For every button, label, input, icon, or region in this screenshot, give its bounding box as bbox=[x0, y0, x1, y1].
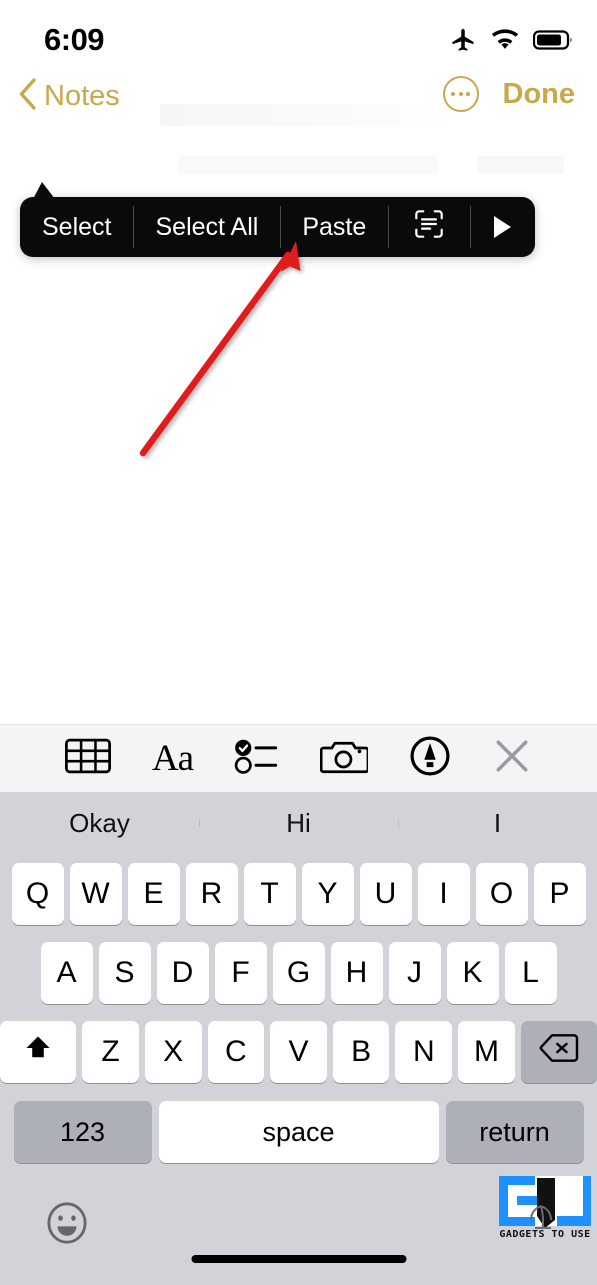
key-r[interactable]: R bbox=[185, 863, 238, 925]
key-x[interactable]: X bbox=[144, 1021, 202, 1083]
iphone-screen: 6:09 Notes Done Select Select All Paste … bbox=[0, 0, 597, 1285]
prediction-1[interactable]: Okay bbox=[0, 808, 199, 839]
context-menu-next-arrow[interactable] bbox=[470, 197, 535, 257]
back-to-notes-button[interactable]: Notes bbox=[18, 78, 120, 115]
key-w[interactable]: W bbox=[69, 863, 122, 925]
camera-button[interactable] bbox=[319, 737, 370, 780]
numbers-key[interactable]: 123 bbox=[13, 1101, 152, 1163]
battery-icon bbox=[533, 29, 575, 51]
key-f[interactable]: F bbox=[214, 942, 267, 1004]
key-b[interactable]: B bbox=[332, 1021, 390, 1083]
airplane-mode-icon bbox=[449, 26, 477, 54]
chevron-left-icon bbox=[18, 78, 37, 115]
text-format-button[interactable]: Aa bbox=[151, 737, 194, 780]
key-o[interactable]: O bbox=[475, 863, 528, 925]
key-n[interactable]: N bbox=[395, 1021, 453, 1083]
key-l[interactable]: L bbox=[504, 942, 557, 1004]
key-p[interactable]: P bbox=[533, 863, 586, 925]
note-text-ghost-b bbox=[478, 156, 564, 174]
edit-context-menu: Select Select All Paste bbox=[20, 197, 536, 257]
prediction-3[interactable]: I bbox=[398, 808, 597, 839]
nav-right-group: Done bbox=[442, 76, 576, 112]
close-x-icon bbox=[492, 736, 532, 781]
context-menu-paste[interactable]: Paste bbox=[280, 197, 388, 257]
key-u[interactable]: U bbox=[359, 863, 412, 925]
table-button[interactable] bbox=[64, 737, 111, 780]
close-keyboard-button[interactable] bbox=[492, 736, 532, 781]
key-c[interactable]: C bbox=[207, 1021, 265, 1083]
watermark: GADGETS TO USE bbox=[497, 1176, 593, 1240]
home-indicator[interactable] bbox=[191, 1255, 406, 1263]
key-m[interactable]: M bbox=[458, 1021, 515, 1083]
keyboard-row-4: 123 space return bbox=[0, 1083, 597, 1163]
chevron-right-triangle-icon bbox=[494, 216, 512, 238]
checklist-icon bbox=[234, 737, 278, 780]
markup-button[interactable] bbox=[409, 735, 451, 782]
table-icon bbox=[64, 737, 111, 780]
markup-pen-icon bbox=[409, 735, 451, 782]
backspace-delete-icon bbox=[539, 1033, 579, 1071]
note-text-ghost-a bbox=[178, 156, 438, 174]
done-button[interactable]: Done bbox=[503, 78, 576, 111]
predictive-text-bar: Okay Hi I bbox=[0, 792, 597, 854]
gadgets-to-use-logo-icon bbox=[499, 1176, 591, 1229]
context-menu-select-all[interactable]: Select All bbox=[133, 197, 280, 257]
prediction-2[interactable]: Hi bbox=[199, 808, 398, 839]
context-menu-scan-text[interactable] bbox=[388, 197, 470, 257]
notes-format-toolbar: Aa bbox=[0, 724, 597, 792]
status-bar-time: 6:09 bbox=[44, 22, 105, 57]
key-g[interactable]: G bbox=[272, 942, 325, 1004]
note-title-placeholder bbox=[160, 104, 460, 126]
keyboard-row-1: Q W E R T Y U I O P bbox=[0, 854, 597, 925]
watermark-text: GADGETS TO USE bbox=[499, 1229, 591, 1240]
camera-icon bbox=[319, 737, 370, 780]
shift-up-arrow-icon bbox=[23, 1033, 53, 1071]
key-h[interactable]: H bbox=[330, 942, 383, 1004]
context-menu-select[interactable]: Select bbox=[20, 197, 133, 257]
key-t[interactable]: T bbox=[243, 863, 296, 925]
key-q[interactable]: Q bbox=[11, 863, 64, 925]
delete-key[interactable] bbox=[520, 1021, 597, 1083]
emoji-key[interactable] bbox=[44, 1200, 90, 1251]
back-button-label: Notes bbox=[44, 80, 120, 112]
shift-key[interactable] bbox=[0, 1021, 77, 1083]
context-menu-pointer bbox=[33, 182, 55, 199]
keyboard-row-3: Z X C V B N M bbox=[0, 1004, 597, 1083]
key-v[interactable]: V bbox=[270, 1021, 327, 1083]
key-y[interactable]: Y bbox=[301, 863, 354, 925]
wifi-icon bbox=[490, 28, 520, 52]
key-d[interactable]: D bbox=[156, 942, 209, 1004]
return-key[interactable]: return bbox=[445, 1101, 584, 1163]
key-e[interactable]: E bbox=[127, 863, 180, 925]
status-bar-icons bbox=[449, 26, 575, 54]
key-z[interactable]: Z bbox=[82, 1021, 139, 1083]
status-bar: 6:09 bbox=[0, 0, 597, 72]
key-j[interactable]: J bbox=[388, 942, 441, 1004]
emoji-smiley-icon bbox=[44, 1202, 90, 1250]
key-a[interactable]: A bbox=[40, 942, 93, 1004]
space-key[interactable]: space bbox=[158, 1101, 439, 1163]
key-s[interactable]: S bbox=[98, 942, 151, 1004]
scan-text-icon bbox=[414, 209, 444, 246]
checklist-button[interactable] bbox=[234, 737, 278, 780]
keyboard-row-2: A S D F G H J K L bbox=[0, 925, 597, 1004]
text-format-aa-icon: Aa bbox=[151, 738, 194, 779]
key-k[interactable]: K bbox=[446, 942, 499, 1004]
key-i[interactable]: I bbox=[417, 863, 470, 925]
